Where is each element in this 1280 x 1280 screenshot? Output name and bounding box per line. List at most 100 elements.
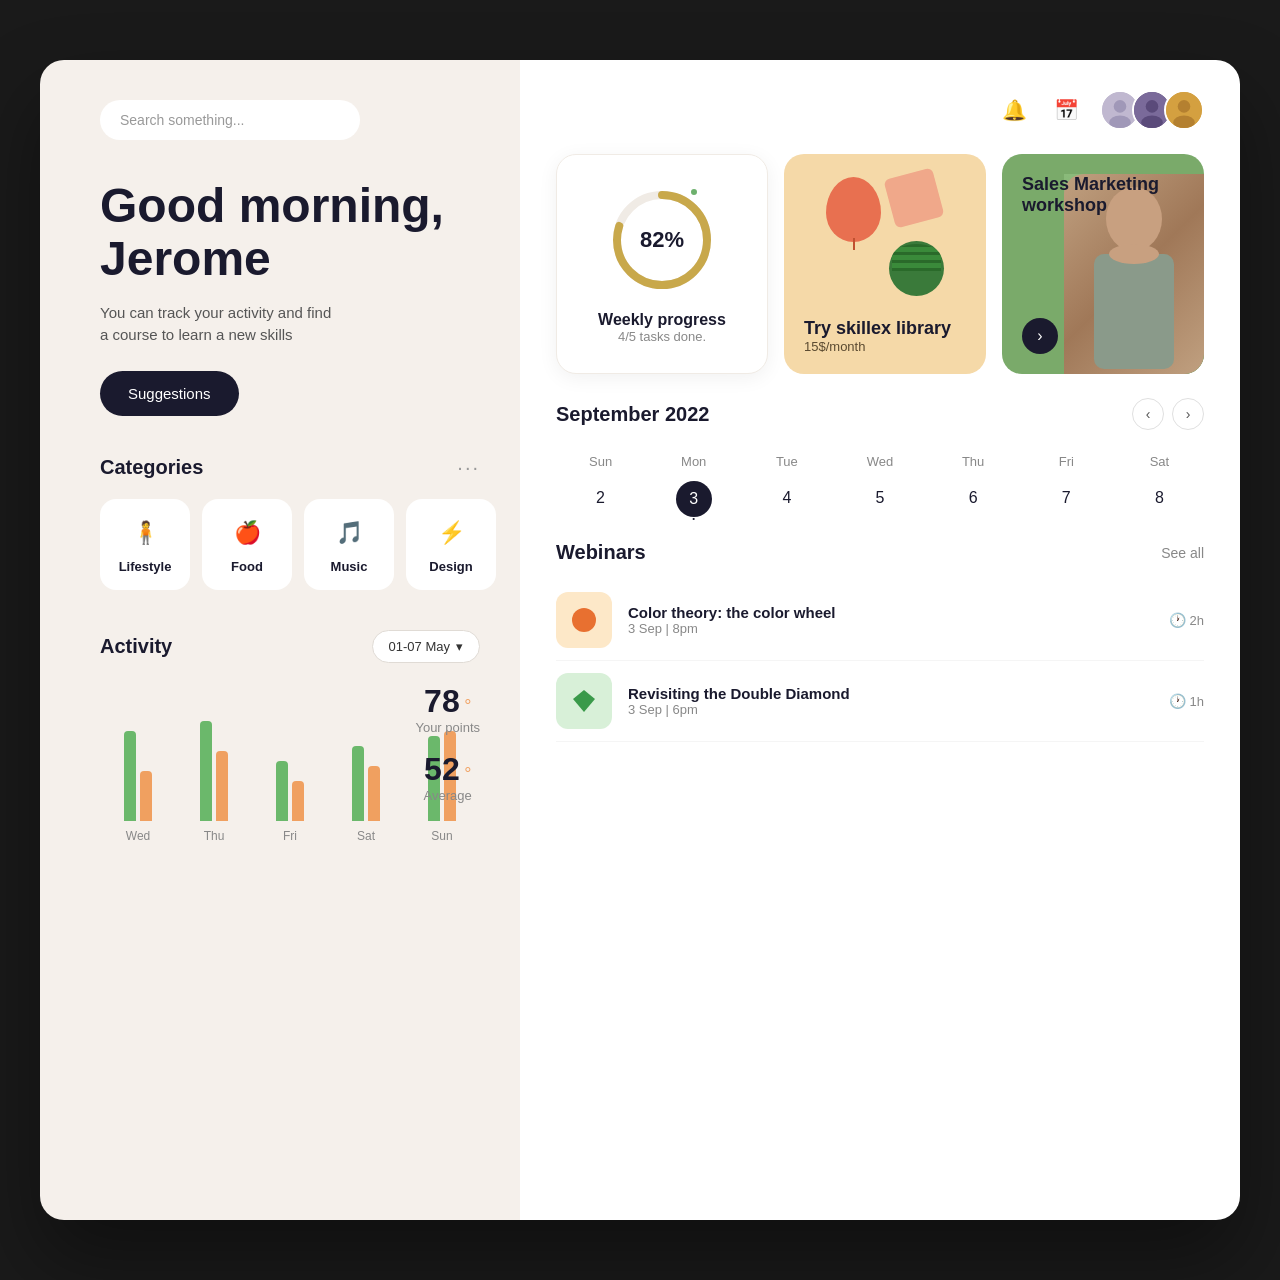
webinar-duration-2: 🕐 1h bbox=[1169, 693, 1204, 709]
chart-bars: Wed Thu Fri bbox=[100, 683, 480, 843]
calendar-prev-button[interactable]: ‹ bbox=[1132, 398, 1164, 430]
music-icon: 🎵 bbox=[331, 515, 367, 551]
see-all-button[interactable]: See all bbox=[1161, 545, 1204, 561]
category-card-design[interactable]: ⚡ Design bbox=[406, 499, 496, 590]
clock-icon-1: 🕐 bbox=[1169, 612, 1186, 628]
chart-group-sat: Sat bbox=[328, 746, 404, 843]
category-card-lifestyle[interactable]: 🧍 Lifestyle bbox=[100, 499, 190, 590]
webinar-info-2: Revisiting the Double Diamond 3 Sep | 6p… bbox=[628, 685, 1153, 717]
right-panel: 🔔 📅 bbox=[520, 60, 1240, 1220]
lifestyle-icon: 🧍 bbox=[127, 515, 163, 551]
svg-point-4 bbox=[1146, 100, 1159, 113]
left-panel: Search something... Good morning, Jerome… bbox=[40, 60, 520, 1220]
date-filter[interactable]: 01-07 May ▾ bbox=[372, 630, 480, 663]
cal-header-wed: Wed bbox=[835, 446, 924, 477]
top-bar: 🔔 📅 bbox=[556, 90, 1204, 130]
bar-orange-sat bbox=[368, 766, 380, 821]
avatar-group bbox=[1100, 90, 1204, 130]
skillex-subtitle: 15$/month bbox=[804, 339, 966, 354]
calendar-navigation: ‹ › bbox=[1132, 398, 1204, 430]
webinar-time-2: 3 Sep | 6pm bbox=[628, 702, 1153, 717]
categories-header: Categories ··· bbox=[100, 456, 480, 479]
design-icon: ⚡ bbox=[433, 515, 469, 551]
cal-header-thu: Thu bbox=[929, 446, 1018, 477]
chart-group-thu: Thu bbox=[176, 721, 252, 843]
webinar-name-1: Color theory: the color wheel bbox=[628, 604, 1153, 621]
calendar-grid: Sun Mon Tue Wed Thu Fri Sat 2 3 4 5 6 7 … bbox=[556, 446, 1204, 517]
app-container: Search something... Good morning, Jerome… bbox=[40, 60, 1240, 1220]
food-label: Food bbox=[231, 559, 263, 574]
skillex-card[interactable]: Try skillex library 15$/month bbox=[784, 154, 986, 374]
design-label: Design bbox=[429, 559, 472, 574]
calendar-next-button[interactable]: › bbox=[1172, 398, 1204, 430]
chart-label-sat: Sat bbox=[357, 829, 375, 843]
calendar-header: September 2022 ‹ › bbox=[556, 398, 1204, 430]
workshop-title: Sales Marketing workshop bbox=[1022, 174, 1184, 216]
bar-orange-fri bbox=[292, 781, 304, 821]
webinar-time-1: 3 Sep | 8pm bbox=[628, 621, 1153, 636]
svg-marker-15 bbox=[573, 690, 595, 712]
svg-point-1 bbox=[1114, 100, 1127, 113]
cal-day-4[interactable]: 4 bbox=[742, 481, 831, 517]
categories-title: Categories bbox=[100, 456, 203, 479]
skillex-title: Try skillex library bbox=[804, 318, 966, 339]
cal-header-sat: Sat bbox=[1115, 446, 1204, 477]
category-card-music[interactable]: 🎵 Music bbox=[304, 499, 394, 590]
average-value: 52 bbox=[424, 751, 460, 787]
category-cards: 🧍 Lifestyle 🍎 Food 🎵 Music ⚡ Design bbox=[100, 499, 480, 590]
cal-day-2[interactable]: 2 bbox=[556, 481, 645, 517]
bar-orange-wed bbox=[140, 771, 152, 821]
calendar-icon[interactable]: 📅 bbox=[1048, 92, 1084, 128]
webinar-thumb-1 bbox=[556, 592, 612, 648]
food-icon: 🍎 bbox=[229, 515, 265, 551]
webinars-section: Webinars See all Color theory: the color… bbox=[556, 541, 1204, 742]
more-options-icon[interactable]: ··· bbox=[457, 456, 480, 479]
progress-title: Weekly progress bbox=[598, 311, 726, 329]
cal-header-tue: Tue bbox=[742, 446, 831, 477]
bar-green-fri bbox=[276, 761, 288, 821]
suggestions-button[interactable]: Suggestions bbox=[100, 371, 239, 416]
bar-green-wed bbox=[124, 731, 136, 821]
greeting-section: Good morning, Jerome You can track your … bbox=[100, 180, 480, 416]
lifestyle-label: Lifestyle bbox=[119, 559, 172, 574]
chart-header: Activity 01-07 May ▾ bbox=[100, 630, 480, 663]
chart-section: Activity 01-07 May ▾ Wed bbox=[100, 630, 480, 1180]
webinar-info-1: Color theory: the color wheel 3 Sep | 8p… bbox=[628, 604, 1153, 636]
music-label: Music bbox=[331, 559, 368, 574]
cal-day-8[interactable]: 8 bbox=[1115, 481, 1204, 517]
skillex-objects bbox=[784, 154, 986, 284]
categories-section: Categories ··· 🧍 Lifestyle 🍎 Food 🎵 Musi… bbox=[100, 456, 480, 590]
points-label: Your points bbox=[415, 720, 480, 735]
svg-rect-12 bbox=[1094, 254, 1174, 369]
webinar-item-color-theory[interactable]: Color theory: the color wheel 3 Sep | 8p… bbox=[556, 580, 1204, 661]
greeting-subtitle: You can track your activity and find a c… bbox=[100, 302, 480, 347]
points-value: 78 bbox=[424, 683, 460, 719]
chart-label-fri: Fri bbox=[283, 829, 297, 843]
webinars-header: Webinars See all bbox=[556, 541, 1204, 564]
webinar-name-2: Revisiting the Double Diamond bbox=[628, 685, 1153, 702]
cal-day-5[interactable]: 5 bbox=[835, 481, 924, 517]
chart-label-wed: Wed bbox=[126, 829, 150, 843]
average-label: Average bbox=[415, 788, 480, 803]
workshop-card[interactable]: Sales Marketing workshop › bbox=[1002, 154, 1204, 374]
cal-day-6[interactable]: 6 bbox=[929, 481, 1018, 517]
calendar-section: September 2022 ‹ › Sun Mon Tue Wed Thu F… bbox=[556, 398, 1204, 517]
cube-icon bbox=[883, 167, 944, 228]
progress-percent: 82% bbox=[640, 227, 684, 253]
cal-header-sun: Sun bbox=[556, 446, 645, 477]
cal-day-3-active[interactable]: 3 bbox=[676, 481, 712, 517]
progress-ring: 82% bbox=[607, 185, 717, 295]
avatar-3[interactable] bbox=[1164, 90, 1204, 130]
svg-point-13 bbox=[1109, 244, 1159, 264]
notification-icon[interactable]: 🔔 bbox=[996, 92, 1032, 128]
workshop-arrow-button[interactable]: › bbox=[1022, 318, 1058, 354]
search-bar[interactable]: Search something... bbox=[100, 100, 360, 140]
chart-wrapper: Wed Thu Fri bbox=[100, 683, 480, 843]
category-card-food[interactable]: 🍎 Food bbox=[202, 499, 292, 590]
progress-subtitle: 4/5 tasks done. bbox=[618, 329, 706, 344]
webinar-item-diamond[interactable]: Revisiting the Double Diamond 3 Sep | 6p… bbox=[556, 661, 1204, 742]
svg-point-8 bbox=[1173, 115, 1195, 129]
webinar-duration-1: 🕐 2h bbox=[1169, 612, 1204, 628]
svg-point-7 bbox=[1178, 100, 1191, 113]
cal-day-7[interactable]: 7 bbox=[1022, 481, 1111, 517]
